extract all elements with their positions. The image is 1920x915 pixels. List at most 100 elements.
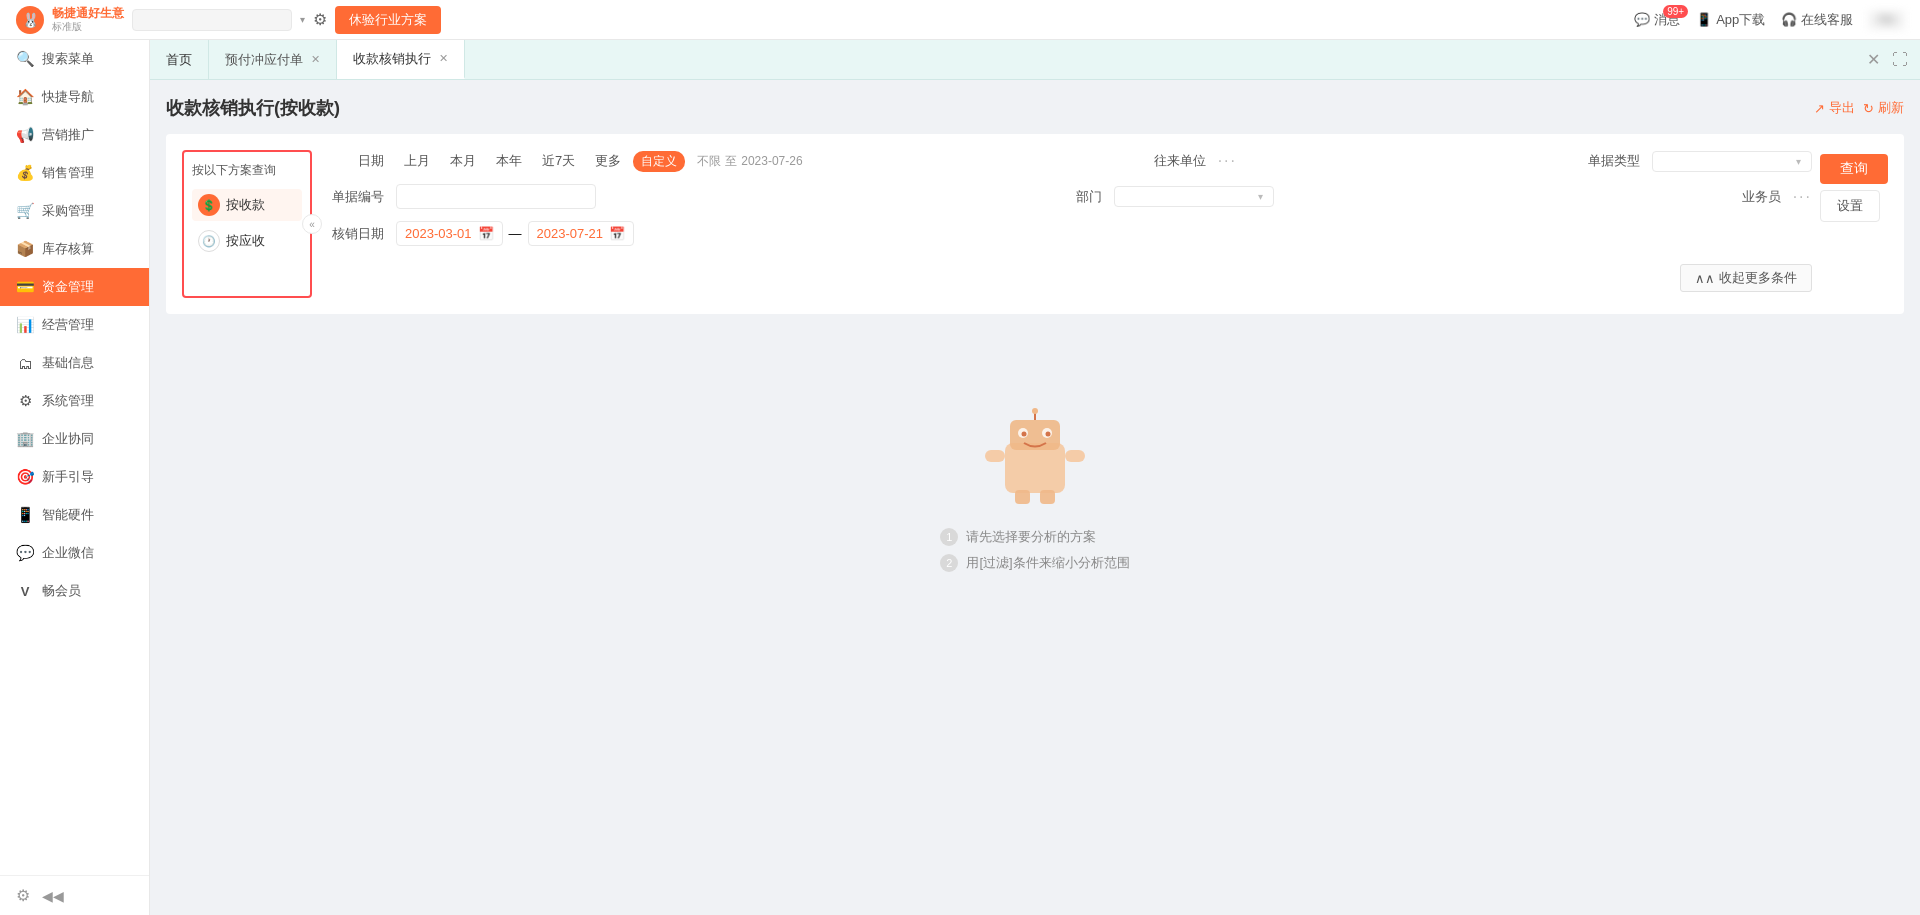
refresh-button[interactable]: ↻ 刷新 xyxy=(1863,99,1904,117)
date-btn-this-year[interactable]: 本年 xyxy=(488,150,530,172)
top-search-input[interactable] xyxy=(132,9,292,31)
online-service-button[interactable]: 🎧 在线客服 xyxy=(1781,11,1853,29)
sidebar-label-operation: 经营管理 xyxy=(42,316,94,334)
date-btn-custom[interactable]: 自定义 xyxy=(633,151,685,172)
sidebar-item-inventory[interactable]: 📦 库存核算 xyxy=(0,230,149,268)
filter-row-date: 日期 上月 本月 本年 近7天 更多 自定义 xyxy=(324,150,1812,172)
export-label: 导出 xyxy=(1829,99,1855,117)
industry-solution-button[interactable]: 休验行业方案 xyxy=(335,6,441,34)
verify-date-separator: — xyxy=(509,226,522,241)
query-option-by-receivable[interactable]: 🕐 按应收 xyxy=(192,225,302,257)
query-panel-collapse-button[interactable]: « xyxy=(302,214,322,234)
tab-receipt-verify-label: 收款核销执行 xyxy=(353,50,431,68)
query-option-by-receipt[interactable]: 💲 按收款 xyxy=(192,189,302,221)
tab-prepay-label: 预付冲应付单 xyxy=(225,51,303,69)
counterpart-label: 往来单位 xyxy=(1146,152,1206,170)
sidebar-item-weixin[interactable]: 💬 企业微信 xyxy=(0,534,149,572)
date-end-value: 2023-07-26 xyxy=(741,154,802,168)
message-button[interactable]: 💬 消息 99+ xyxy=(1634,11,1680,29)
salesperson-picker-button[interactable]: ··· xyxy=(1793,188,1812,206)
top-bar-right: 💬 消息 99+ 📱 App下载 🎧 在线客服 Rit xyxy=(1634,11,1904,29)
system-icon: ⚙ xyxy=(16,392,34,410)
sidebar-item-purchase[interactable]: 🛒 采购管理 xyxy=(0,192,149,230)
filter-row-docno: 单据编号 部门 ▾ 业务员 xyxy=(324,184,1812,209)
verify-date-label: 核销日期 xyxy=(324,225,384,243)
sidebar-item-member[interactable]: V 畅会员 xyxy=(0,572,149,610)
inventory-icon: 📦 xyxy=(16,240,34,258)
svg-rect-9 xyxy=(1040,490,1055,504)
sidebar-label-inventory: 库存核算 xyxy=(42,240,94,258)
tab-receipt-verify[interactable]: 收款核销执行 ✕ xyxy=(337,40,465,79)
verify-date-end[interactable]: 2023-07-21 📅 xyxy=(528,221,635,246)
date-btn-last-month[interactable]: 上月 xyxy=(396,150,438,172)
page-header: 收款核销执行(按收款) ↗ 导出 ↻ 刷新 xyxy=(166,96,1904,120)
search-chevron-icon[interactable]: ▾ xyxy=(300,14,305,25)
finance-icon: 💳 xyxy=(16,278,34,296)
app-label: App下载 xyxy=(1716,11,1765,29)
setting-button[interactable]: 设置 xyxy=(1820,190,1880,222)
enterprise-icon: 🏢 xyxy=(16,430,34,448)
tab-expand-icon[interactable]: ⛶ xyxy=(1888,47,1912,73)
sidebar-item-marketing[interactable]: 📢 营销推广 xyxy=(0,116,149,154)
refresh-label: 刷新 xyxy=(1878,99,1904,117)
sidebar-item-hardware[interactable]: 📱 智能硬件 xyxy=(0,496,149,534)
search-menu-icon: 🔍 xyxy=(16,50,34,68)
svg-point-4 xyxy=(1022,432,1027,437)
svg-rect-6 xyxy=(985,450,1005,462)
date-btn-more[interactable]: 更多 xyxy=(587,150,629,172)
doc-no-input[interactable] xyxy=(396,184,596,209)
settings-gear-icon[interactable]: ⚙ xyxy=(313,10,327,29)
verify-start-calendar-icon: 📅 xyxy=(478,226,494,241)
sidebar-item-enterprise[interactable]: 🏢 企业协同 xyxy=(0,420,149,458)
search-panel-inner: 按以下方案查询 💲 按收款 🕐 按应收 « xyxy=(182,150,1888,298)
sidebar-item-search-menu[interactable]: 🔍 搜索菜单 xyxy=(0,40,149,78)
svg-rect-8 xyxy=(1015,490,1030,504)
sidebar-gear-icon[interactable]: ⚙ xyxy=(16,886,30,905)
counterpart-picker-button[interactable]: ··· xyxy=(1218,152,1237,170)
tab-prepay[interactable]: 预付冲应付单 ✕ xyxy=(209,40,337,79)
tab-receipt-verify-close-icon[interactable]: ✕ xyxy=(439,52,448,65)
sidebar-collapse-icon[interactable]: ◀◀ xyxy=(42,888,64,904)
dept-select[interactable]: ▾ xyxy=(1114,186,1274,207)
operation-icon: 📊 xyxy=(16,316,34,334)
by-receivable-icon: 🕐 xyxy=(198,230,220,252)
user-name[interactable]: Rit xyxy=(1869,11,1904,29)
tab-home[interactable]: 首页 xyxy=(150,40,209,79)
empty-state-svg xyxy=(980,408,1090,508)
empty-tip2-text: 用[过滤]条件来缩小分析范围 xyxy=(966,550,1129,576)
by-receipt-icon: 💲 xyxy=(198,194,220,216)
verify-date-start[interactable]: 2023-03-01 📅 xyxy=(396,221,503,246)
sidebar-bottom: ⚙ ◀◀ xyxy=(0,875,149,915)
by-receipt-label: 按收款 xyxy=(226,196,265,214)
sidebar-item-guide[interactable]: 🎯 新手引导 xyxy=(0,458,149,496)
message-icon: 💬 xyxy=(1634,12,1650,27)
sidebar-item-system[interactable]: ⚙ 系统管理 xyxy=(0,382,149,420)
doc-type-dropdown-icon: ▾ xyxy=(1796,156,1801,167)
date-btn-7-days[interactable]: 近7天 xyxy=(534,150,583,172)
filter-row-verify-date: 核销日期 2023-03-01 📅 — 2023-07-21 xyxy=(324,221,1812,246)
top-bar: 🐰 畅捷通好生意 标准版 ▾ ⚙ 休验行业方案 💬 消息 99+ 📱 App下载… xyxy=(0,0,1920,40)
sidebar-label-search-menu: 搜索菜单 xyxy=(42,50,94,68)
app-download-button[interactable]: 📱 App下载 xyxy=(1696,11,1765,29)
empty-state-tips: 1 请先选择要分析的方案 2 用[过滤]条件来缩小分析范围 xyxy=(940,524,1129,576)
brand-logo: 🐰 xyxy=(16,6,44,34)
sidebar-label-weixin: 企业微信 xyxy=(42,544,94,562)
page-actions: ↗ 导出 ↻ 刷新 xyxy=(1814,99,1904,117)
doc-type-select[interactable]: ▾ xyxy=(1652,151,1812,172)
sidebar-item-basic-info[interactable]: 🗂 基础信息 xyxy=(0,344,149,382)
dept-dropdown-icon: ▾ xyxy=(1258,191,1263,202)
date-btn-this-month[interactable]: 本月 xyxy=(442,150,484,172)
sidebar-item-quick-nav[interactable]: 🏠 快捷导航 xyxy=(0,78,149,116)
query-button[interactable]: 查询 xyxy=(1820,154,1888,184)
empty-state-illustration xyxy=(980,408,1090,508)
refresh-icon: ↻ xyxy=(1863,101,1874,116)
sidebar-item-operation[interactable]: 📊 经营管理 xyxy=(0,306,149,344)
page-content: 收款核销执行(按收款) ↗ 导出 ↻ 刷新 按以 xyxy=(150,80,1920,915)
tab-close-all-icon[interactable]: ✕ xyxy=(1863,46,1884,73)
tab-prepay-close-icon[interactable]: ✕ xyxy=(311,53,320,66)
sidebar-item-sales[interactable]: 💰 销售管理 xyxy=(0,154,149,192)
collapse-more-button[interactable]: ∧∧ 收起更多条件 xyxy=(1680,264,1812,292)
export-button[interactable]: ↗ 导出 xyxy=(1814,99,1855,117)
tip-num-1: 1 xyxy=(940,528,958,546)
sidebar-item-finance[interactable]: 💳 资金管理 xyxy=(0,268,149,306)
